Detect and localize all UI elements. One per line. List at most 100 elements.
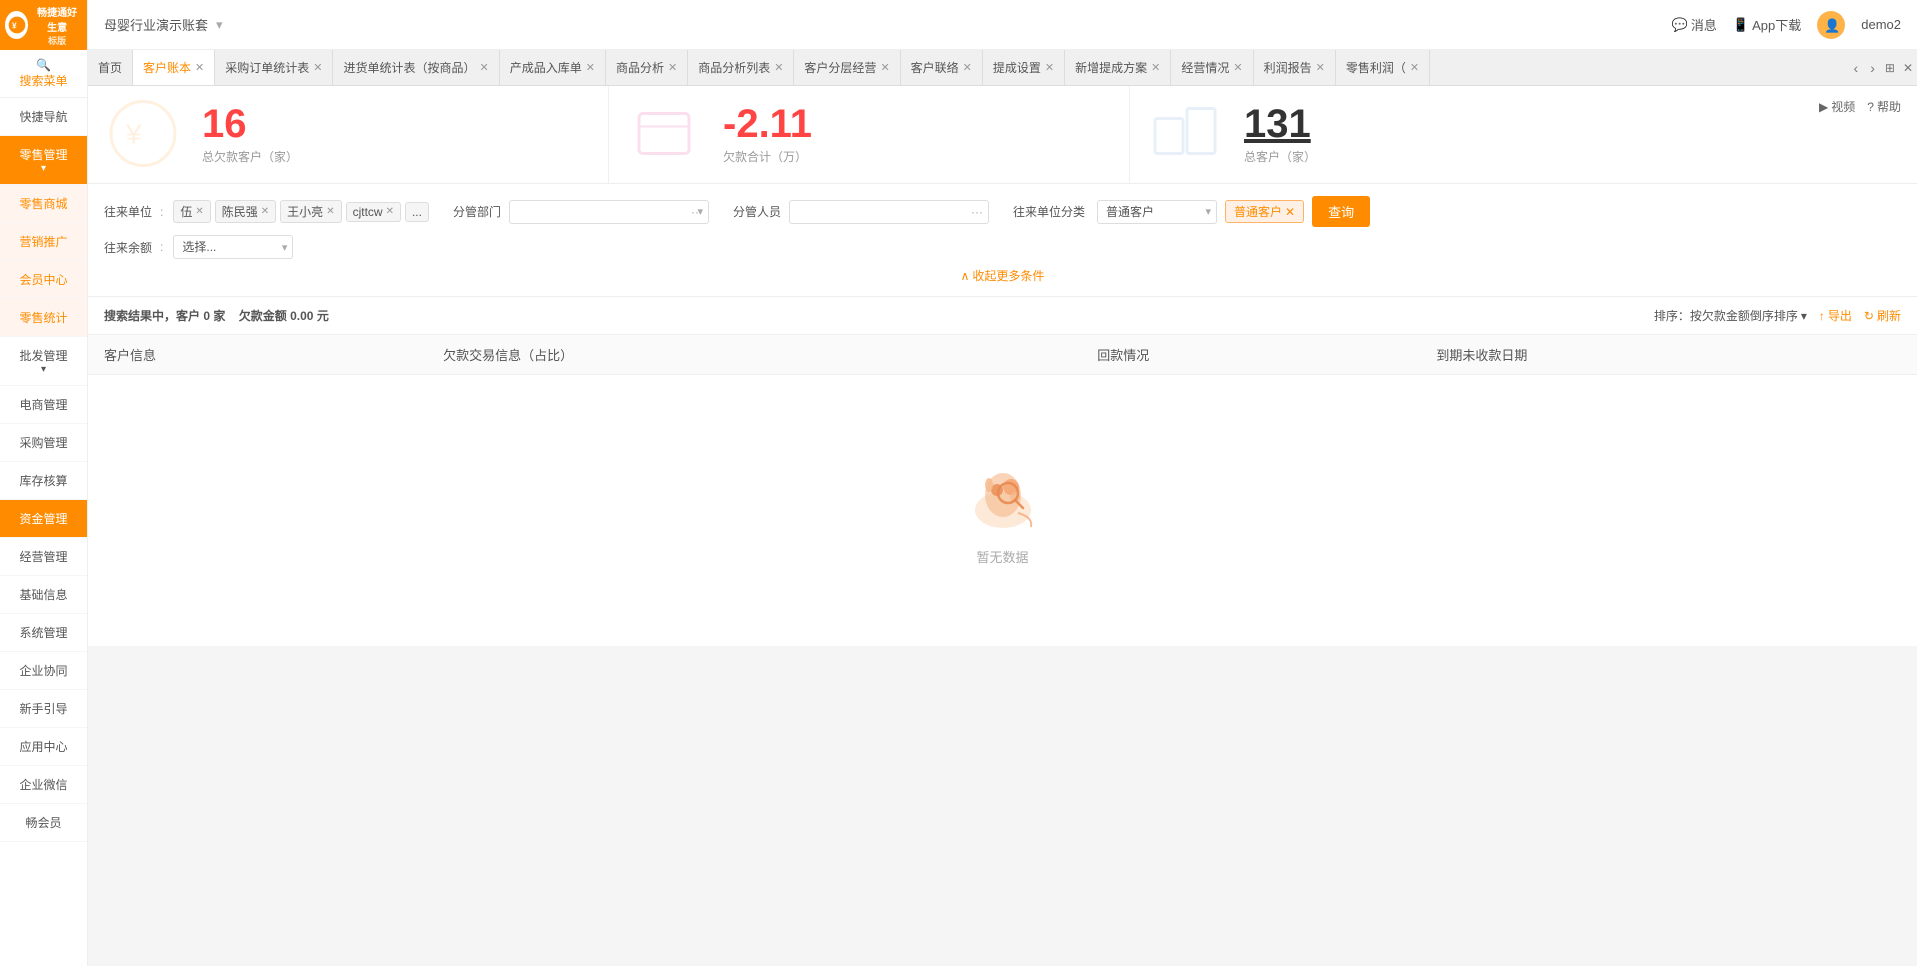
tab-customer-account[interactable]: 客户账本 ✕: [133, 50, 215, 86]
sidebar-item-retail-mgmt[interactable]: 零售管理 ▾: [0, 136, 87, 185]
tab-operation-status[interactable]: 经营情况 ✕: [1171, 50, 1253, 86]
tab-cost-inbound-close[interactable]: ✕: [586, 61, 595, 74]
tab-product-analysis-list[interactable]: 商品分析列表 ✕: [688, 50, 794, 86]
sidebar-item-member-center[interactable]: 会员中心: [0, 261, 87, 299]
export-button[interactable]: ↑ 导出: [1819, 307, 1852, 324]
unit-tag-0[interactable]: 伍 ✕: [173, 200, 210, 223]
tab-home[interactable]: 首页: [88, 50, 133, 86]
tab-customer-tier[interactable]: 客户分层经营 ✕: [794, 50, 900, 86]
balance-select[interactable]: 选择...: [173, 235, 293, 259]
industry-dropdown-icon[interactable]: ▾: [216, 17, 223, 33]
video-button[interactable]: ▶ 视频: [1819, 98, 1855, 115]
unit-category-select-wrapper[interactable]: 普通客户: [1097, 200, 1217, 224]
person-filter-input[interactable]: [789, 200, 989, 224]
tab-purchase-stats[interactable]: 进货单统计表（按商品） ✕: [333, 50, 499, 86]
tab-purchase-stats-label: 进货单统计表（按商品）: [343, 59, 475, 76]
sort-button[interactable]: 排序：按欠款金额倒序排序 ▾: [1654, 307, 1807, 324]
sidebar-item-retail-mall[interactable]: 零售商城: [0, 185, 87, 223]
tab-operation-status-close[interactable]: ✕: [1233, 61, 1242, 74]
unit-category-select[interactable]: 普通客户: [1097, 200, 1217, 224]
tab-customer-contact[interactable]: 客户联络 ✕: [901, 50, 983, 86]
unit-tag-2-remove[interactable]: ✕: [326, 206, 334, 217]
sidebar-item-premium-member[interactable]: 畅会员: [0, 804, 87, 842]
tab-new-promotion-close[interactable]: ✕: [1151, 61, 1160, 74]
refresh-button[interactable]: ↻ 刷新: [1864, 307, 1901, 324]
customer-tag-remove[interactable]: ✕: [1285, 205, 1295, 219]
tab-customer-contact-label: 客户联络: [911, 59, 959, 76]
unit-tag-1[interactable]: 陈民强 ✕: [215, 200, 276, 223]
avatar[interactable]: 👤: [1817, 11, 1845, 39]
top-header: 母婴行业演示账套 ▾ 💬 消息 📱 App下载 👤 demo2: [88, 0, 1917, 50]
app-download-icon: 📱: [1733, 17, 1749, 33]
tab-product-analysis[interactable]: 商品分析 ✕: [606, 50, 688, 86]
sidebar-item-enterprise-coop[interactable]: 企业协同: [0, 652, 87, 690]
sidebar-item-ops-mgmt[interactable]: 经营管理: [0, 538, 87, 576]
sidebar-item-search[interactable]: 🔍 搜索菜单: [0, 50, 87, 98]
result-info: 搜索结果中，客户 0 家 欠款金额 0.00 元: [104, 307, 329, 324]
tab-promotion-settings[interactable]: 提成设置 ✕: [983, 50, 1065, 86]
svg-text:¥: ¥: [12, 20, 17, 30]
unit-filter-tags: 伍 ✕ 陈民强 ✕ 王小亮 ✕ cjttcw ✕ ...: [173, 200, 429, 223]
sidebar-item-retail-stats[interactable]: 零售统计: [0, 299, 87, 337]
tab-promotion-settings-label: 提成设置: [993, 59, 1041, 76]
query-button[interactable]: 查询: [1312, 196, 1370, 227]
person-more-icon[interactable]: ···: [971, 205, 983, 219]
sidebar-item-marketing[interactable]: 营销推广: [0, 223, 87, 261]
tab-expand[interactable]: ⊞: [1881, 61, 1899, 75]
tab-operation-status-label: 经营情况: [1181, 59, 1229, 76]
tab-purchase-order-close[interactable]: ✕: [313, 61, 322, 74]
unit-tag-0-remove[interactable]: ✕: [195, 206, 203, 217]
balance-select-wrapper[interactable]: 选择...: [173, 235, 293, 259]
tab-scroll-right[interactable]: ›: [1864, 60, 1881, 76]
tab-cost-inbound[interactable]: 产成品入库单 ✕: [500, 50, 606, 86]
dept-more-icon[interactable]: ···: [691, 205, 703, 219]
tab-profit-report[interactable]: 利润报告 ✕: [1254, 50, 1336, 86]
video-icon: ▶: [1819, 100, 1828, 114]
stat-total-label: 总客户（家）: [1244, 148, 1316, 165]
tab-new-promotion[interactable]: 新增提成方案 ✕: [1065, 50, 1171, 86]
sidebar-item-basic-info[interactable]: 基础信息: [0, 576, 87, 614]
sidebar-item-app-center[interactable]: 应用中心: [0, 728, 87, 766]
sidebar-item-system-mgmt[interactable]: 系统管理: [0, 614, 87, 652]
stats-banner: ¥ 16 总欠款客户（家） -2.11 欠款合计（万）: [88, 86, 1917, 184]
tab-close-all[interactable]: ✕: [1899, 61, 1917, 75]
table-body: 暂无数据: [88, 375, 1917, 647]
sidebar-item-wholesale-mgmt[interactable]: 批发管理 ▾: [0, 337, 87, 386]
header-right: 💬 消息 📱 App下载 👤 demo2: [1672, 11, 1901, 39]
data-table: 客户信息 欠款交易信息（占比） 回款情况 到期未收款日期: [88, 335, 1917, 646]
col-customer-info: 客户信息: [88, 335, 427, 375]
tab-product-analysis-list-close[interactable]: ✕: [774, 61, 783, 74]
tab-customer-account-close[interactable]: ✕: [195, 61, 204, 74]
unit-tag-1-remove[interactable]: ✕: [261, 206, 269, 217]
table-head: 客户信息 欠款交易信息（占比） 回款情况 到期未收款日期: [88, 335, 1917, 375]
collapse-button[interactable]: ∧ 收起更多条件: [961, 267, 1045, 284]
unit-tag-more[interactable]: ...: [405, 202, 429, 222]
tab-retail-profit-close[interactable]: ✕: [1410, 61, 1419, 74]
message-button[interactable]: 💬 消息: [1672, 15, 1717, 34]
tab-retail-profit[interactable]: 零售利润（ ✕: [1336, 50, 1430, 86]
sidebar-item-new-guide[interactable]: 新手引导: [0, 690, 87, 728]
sidebar-item-quick-nav[interactable]: 快捷导航: [0, 98, 87, 136]
tab-profit-report-close[interactable]: ✕: [1316, 61, 1325, 74]
sidebar-item-purchase-mgmt[interactable]: 采购管理: [0, 424, 87, 462]
balance-filter-colon: :: [160, 240, 163, 254]
sidebar-item-inventory[interactable]: 库存核算: [0, 462, 87, 500]
tab-customer-contact-close[interactable]: ✕: [963, 61, 972, 74]
tab-promotion-settings-close[interactable]: ✕: [1045, 61, 1054, 74]
app-download-button[interactable]: 📱 App下载: [1733, 15, 1801, 34]
tab-product-analysis-close[interactable]: ✕: [668, 61, 677, 74]
tab-purchase-order[interactable]: 采购订单统计表 ✕: [215, 50, 333, 86]
help-button[interactable]: ? 帮助: [1867, 98, 1901, 115]
dept-filter-input[interactable]: [509, 200, 709, 224]
person-select-wrapper: ···: [789, 200, 989, 224]
tab-purchase-stats-close[interactable]: ✕: [480, 61, 489, 74]
customer-tag[interactable]: 普通客户 ✕: [1225, 200, 1304, 223]
tab-customer-tier-close[interactable]: ✕: [880, 61, 889, 74]
sidebar-item-enterprise-wechat[interactable]: 企业微信: [0, 766, 87, 804]
unit-tag-3[interactable]: cjttcw ✕: [346, 202, 401, 222]
tab-scroll-left[interactable]: ‹: [1848, 60, 1865, 76]
unit-tag-2[interactable]: 王小亮 ✕: [280, 200, 341, 223]
sidebar-item-capital-mgmt[interactable]: 资金管理: [0, 500, 87, 538]
unit-tag-3-remove[interactable]: ✕: [386, 206, 394, 217]
sidebar-item-ecommerce-mgmt[interactable]: 电商管理: [0, 386, 87, 424]
